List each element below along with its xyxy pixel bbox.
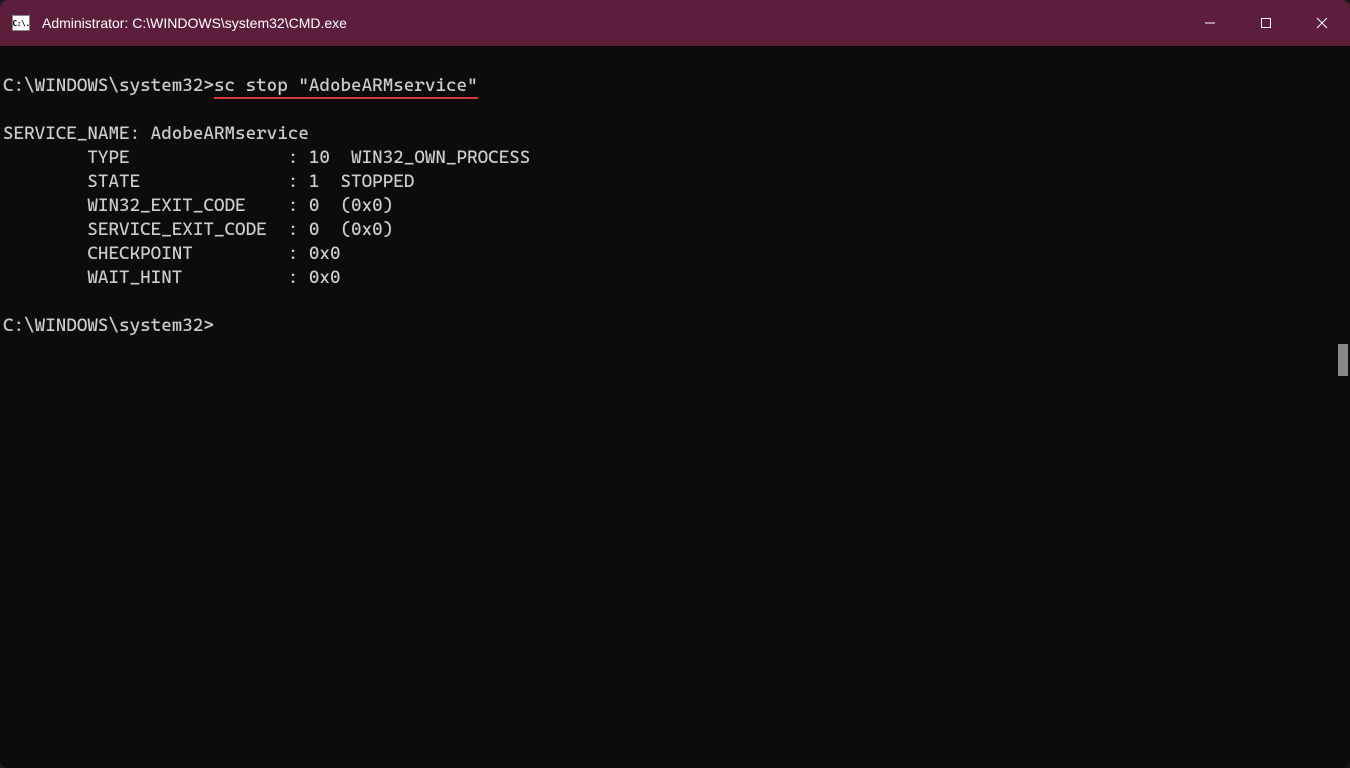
cmd-icon: C:\.: [12, 15, 30, 31]
terminal-output-line: WIN32_EXIT_CODE : 0 (0x0): [3, 195, 393, 216]
maximize-icon: [1260, 17, 1272, 29]
terminal-body[interactable]: C:\WINDOWS\system32>sc stop "AdobeARMser…: [0, 46, 1350, 768]
scrollbar-track[interactable]: [1336, 46, 1350, 768]
prompt-path: C:\WINDOWS\system32>: [3, 75, 214, 96]
command-text: sc stop "AdobeARMservice": [214, 75, 478, 96]
maximize-button[interactable]: [1238, 0, 1294, 46]
terminal-output-line: CHECKPOINT : 0x0: [3, 243, 341, 264]
minimize-icon: [1204, 17, 1216, 29]
cmd-window: C:\. Administrator: C:\WINDOWS\system32\…: [0, 0, 1350, 768]
minimize-button[interactable]: [1182, 0, 1238, 46]
window-title: Administrator: C:\WINDOWS\system32\CMD.e…: [42, 15, 1182, 31]
terminal-content: C:\WINDOWS\system32>sc stop "AdobeARMser…: [3, 74, 1347, 338]
titlebar[interactable]: C:\. Administrator: C:\WINDOWS\system32\…: [0, 0, 1350, 46]
prompt-path: C:\WINDOWS\system32>: [3, 315, 214, 336]
close-button[interactable]: [1294, 0, 1350, 46]
terminal-output-line: SERVICE_NAME: AdobeARMservice: [3, 123, 309, 144]
terminal-output-line: WAIT_HINT : 0x0: [3, 267, 341, 288]
window-controls: [1182, 0, 1350, 46]
close-icon: [1316, 17, 1328, 29]
scrollbar-thumb[interactable]: [1338, 344, 1348, 376]
cmd-icon-text: C:\.: [12, 19, 29, 28]
terminal-output-line: TYPE : 10 WIN32_OWN_PROCESS: [3, 147, 530, 168]
terminal-output-line: SERVICE_EXIT_CODE : 0 (0x0): [3, 219, 393, 240]
terminal-output-line: STATE : 1 STOPPED: [3, 171, 414, 192]
